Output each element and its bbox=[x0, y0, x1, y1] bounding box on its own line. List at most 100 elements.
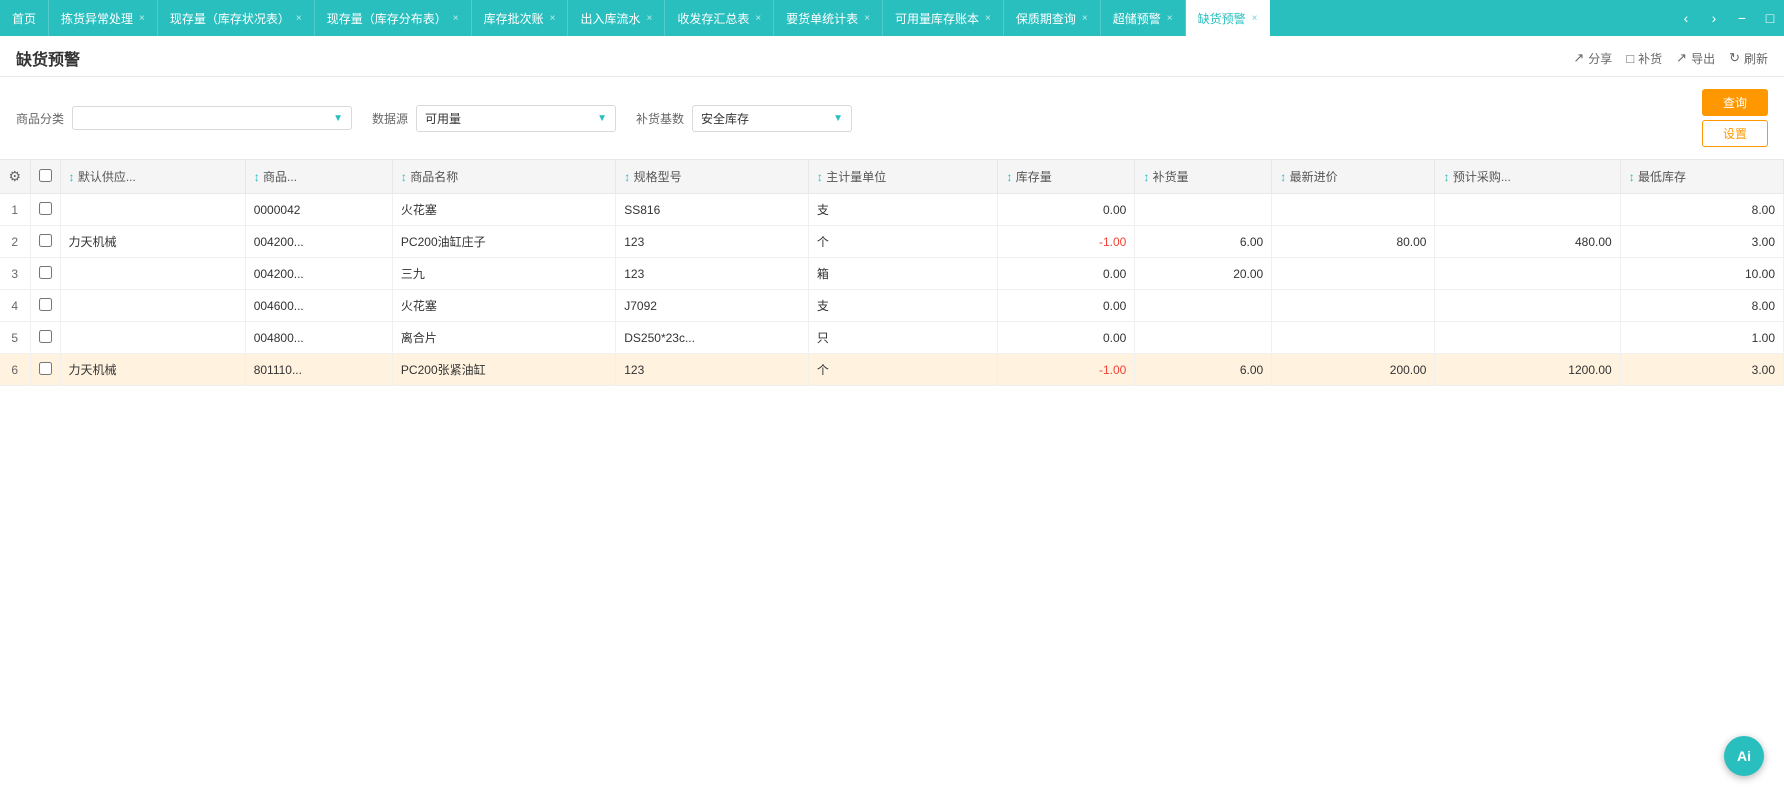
th-unit-sort-icon: ↕ bbox=[817, 170, 823, 184]
replenish-base-select[interactable]: 安全库存 ▼ bbox=[692, 105, 852, 132]
th-product-name-sort-icon: ↕ bbox=[401, 170, 407, 184]
min-stock-0: 8.00 bbox=[1620, 194, 1783, 226]
product-code-3: 004600... bbox=[245, 290, 392, 322]
tab-close-inout-flow[interactable]: × bbox=[646, 13, 652, 24]
row-num-4: 5 bbox=[0, 322, 30, 354]
row-checkbox-4 bbox=[30, 322, 60, 354]
ai-button[interactable]: Ai bbox=[1724, 736, 1764, 776]
row-checkbox-1 bbox=[30, 226, 60, 258]
tab-close-batch-account[interactable]: × bbox=[550, 13, 556, 24]
product-code-5: 801110... bbox=[245, 354, 392, 386]
unit-5: 个 bbox=[808, 354, 998, 386]
tab-item-receive-summary[interactable]: 收发存汇总表× bbox=[665, 0, 774, 36]
row-checkbox-3 bbox=[30, 290, 60, 322]
tab-nav-minimize[interactable]: − bbox=[1728, 0, 1756, 36]
table-container: ⚙ ↕ 默认供应... ↕ 商品... bbox=[0, 160, 1784, 796]
tab-close-overstock[interactable]: × bbox=[1167, 13, 1173, 24]
stock-0: 0.00 bbox=[998, 194, 1135, 226]
replenish-qty-2: 20.00 bbox=[1135, 258, 1272, 290]
tab-item-demand-stats[interactable]: 要货单统计表× bbox=[774, 0, 883, 36]
tab-close-abnormal[interactable]: × bbox=[139, 13, 145, 24]
query-button[interactable]: 查询 bbox=[1702, 89, 1768, 116]
min-stock-3: 8.00 bbox=[1620, 290, 1783, 322]
row-checkbox-input-1[interactable] bbox=[39, 234, 52, 247]
tab-item-abnormal[interactable]: 拣货异常处理× bbox=[49, 0, 158, 36]
th-stock-sort-icon: ↕ bbox=[1006, 170, 1012, 184]
tab-nav-next[interactable]: › bbox=[1700, 0, 1728, 36]
th-stock: ↕ 库存量 bbox=[998, 160, 1135, 194]
tab-close-inventory-status[interactable]: × bbox=[296, 13, 302, 24]
unit-4: 只 bbox=[808, 322, 998, 354]
settings-button[interactable]: 设置 bbox=[1702, 120, 1768, 147]
action-buttons: 查询 设置 bbox=[1702, 89, 1768, 147]
refresh-button[interactable]: ↻ 刷新 bbox=[1729, 50, 1768, 67]
tab-nav-maximize[interactable]: □ bbox=[1756, 0, 1784, 36]
row-checkbox-0 bbox=[30, 194, 60, 226]
row-checkbox-input-2[interactable] bbox=[39, 266, 52, 279]
latest-price-4 bbox=[1272, 322, 1435, 354]
product-name-1: PC200油缸庄子 bbox=[392, 226, 615, 258]
replenish-base-value: 安全库存 bbox=[701, 110, 749, 127]
tab-close-shortage[interactable]: × bbox=[1252, 13, 1258, 24]
tab-close-inventory-dist[interactable]: × bbox=[453, 13, 459, 24]
replenish-qty-3 bbox=[1135, 290, 1272, 322]
tab-item-batch-account[interactable]: 库存批次账× bbox=[472, 0, 569, 36]
tab-bar: 首页拣货异常处理×现存量（库存状况表）×现存量（库存分布表）×库存批次账×出入库… bbox=[0, 0, 1784, 36]
replenish-base-arrow-icon: ▼ bbox=[833, 113, 843, 124]
tab-item-available-ledger[interactable]: 可用量库存账本× bbox=[883, 0, 1004, 36]
tab-close-expiry-query[interactable]: × bbox=[1082, 13, 1088, 24]
tab-item-shortage[interactable]: 缺货预警× bbox=[1186, 0, 1271, 36]
default-supplier-5: 力天机械 bbox=[60, 354, 245, 386]
datasource-value: 可用量 bbox=[425, 110, 461, 127]
est-purchase-3 bbox=[1435, 290, 1620, 322]
tab-item-inout-flow[interactable]: 出入库流水× bbox=[568, 0, 665, 36]
product-code-1: 004200... bbox=[245, 226, 392, 258]
th-est-purchase: ↕ 预计采购... bbox=[1435, 160, 1620, 194]
row-num-0: 1 bbox=[0, 194, 30, 226]
th-product-code-sort-icon: ↕ bbox=[254, 170, 260, 184]
est-purchase-4 bbox=[1435, 322, 1620, 354]
tab-close-available-ledger[interactable]: × bbox=[985, 13, 991, 24]
row-checkbox-input-4[interactable] bbox=[39, 330, 52, 343]
th-checkbox bbox=[30, 160, 60, 194]
select-all-checkbox[interactable] bbox=[39, 169, 52, 182]
unit-2: 箱 bbox=[808, 258, 998, 290]
stock-1: -1.00 bbox=[998, 226, 1135, 258]
row-num-5: 6 bbox=[0, 354, 30, 386]
tab-item-home[interactable]: 首页 bbox=[0, 0, 49, 36]
latest-price-1: 80.00 bbox=[1272, 226, 1435, 258]
est-purchase-0 bbox=[1435, 194, 1620, 226]
stock-2: 0.00 bbox=[998, 258, 1135, 290]
tab-item-overstock[interactable]: 超储预警× bbox=[1101, 0, 1186, 36]
table-row: 3004200...三九123箱0.0020.0010.00 bbox=[0, 258, 1784, 290]
row-checkbox-5 bbox=[30, 354, 60, 386]
replenish-button[interactable]: □ 补货 bbox=[1626, 50, 1662, 67]
stock-5: -1.00 bbox=[998, 354, 1135, 386]
spec-2: 123 bbox=[616, 258, 809, 290]
th-default-supplier-sort-icon: ↕ bbox=[69, 170, 75, 184]
tab-item-expiry-query[interactable]: 保质期查询× bbox=[1004, 0, 1101, 36]
th-spec: ↕ 规格型号 bbox=[616, 160, 809, 194]
th-gear: ⚙ bbox=[0, 160, 30, 194]
unit-0: 支 bbox=[808, 194, 998, 226]
unit-3: 支 bbox=[808, 290, 998, 322]
gear-icon[interactable]: ⚙ bbox=[8, 168, 21, 184]
category-value bbox=[81, 111, 84, 125]
table-row: 4004600...火花塞J7092支0.008.00 bbox=[0, 290, 1784, 322]
share-button[interactable]: ↗ 分享 bbox=[1573, 50, 1612, 67]
export-button[interactable]: ↗ 导出 bbox=[1676, 50, 1715, 67]
tab-item-inventory-status[interactable]: 现存量（库存状况表）× bbox=[158, 0, 315, 36]
replenish-qty-0 bbox=[1135, 194, 1272, 226]
latest-price-5: 200.00 bbox=[1272, 354, 1435, 386]
tab-item-inventory-dist[interactable]: 现存量（库存分布表）× bbox=[315, 0, 472, 36]
tab-close-receive-summary[interactable]: × bbox=[755, 13, 761, 24]
datasource-select[interactable]: 可用量 ▼ bbox=[416, 105, 616, 132]
row-checkbox-input-3[interactable] bbox=[39, 298, 52, 311]
row-checkbox-input-0[interactable] bbox=[39, 202, 52, 215]
tab-close-demand-stats[interactable]: × bbox=[864, 13, 870, 24]
row-checkbox-input-5[interactable] bbox=[39, 362, 52, 375]
category-select[interactable]: ▼ bbox=[72, 106, 352, 130]
datasource-label: 数据源 bbox=[372, 110, 408, 127]
th-est-purchase-sort-icon: ↕ bbox=[1443, 170, 1449, 184]
tab-nav-prev[interactable]: ‹ bbox=[1672, 0, 1700, 36]
